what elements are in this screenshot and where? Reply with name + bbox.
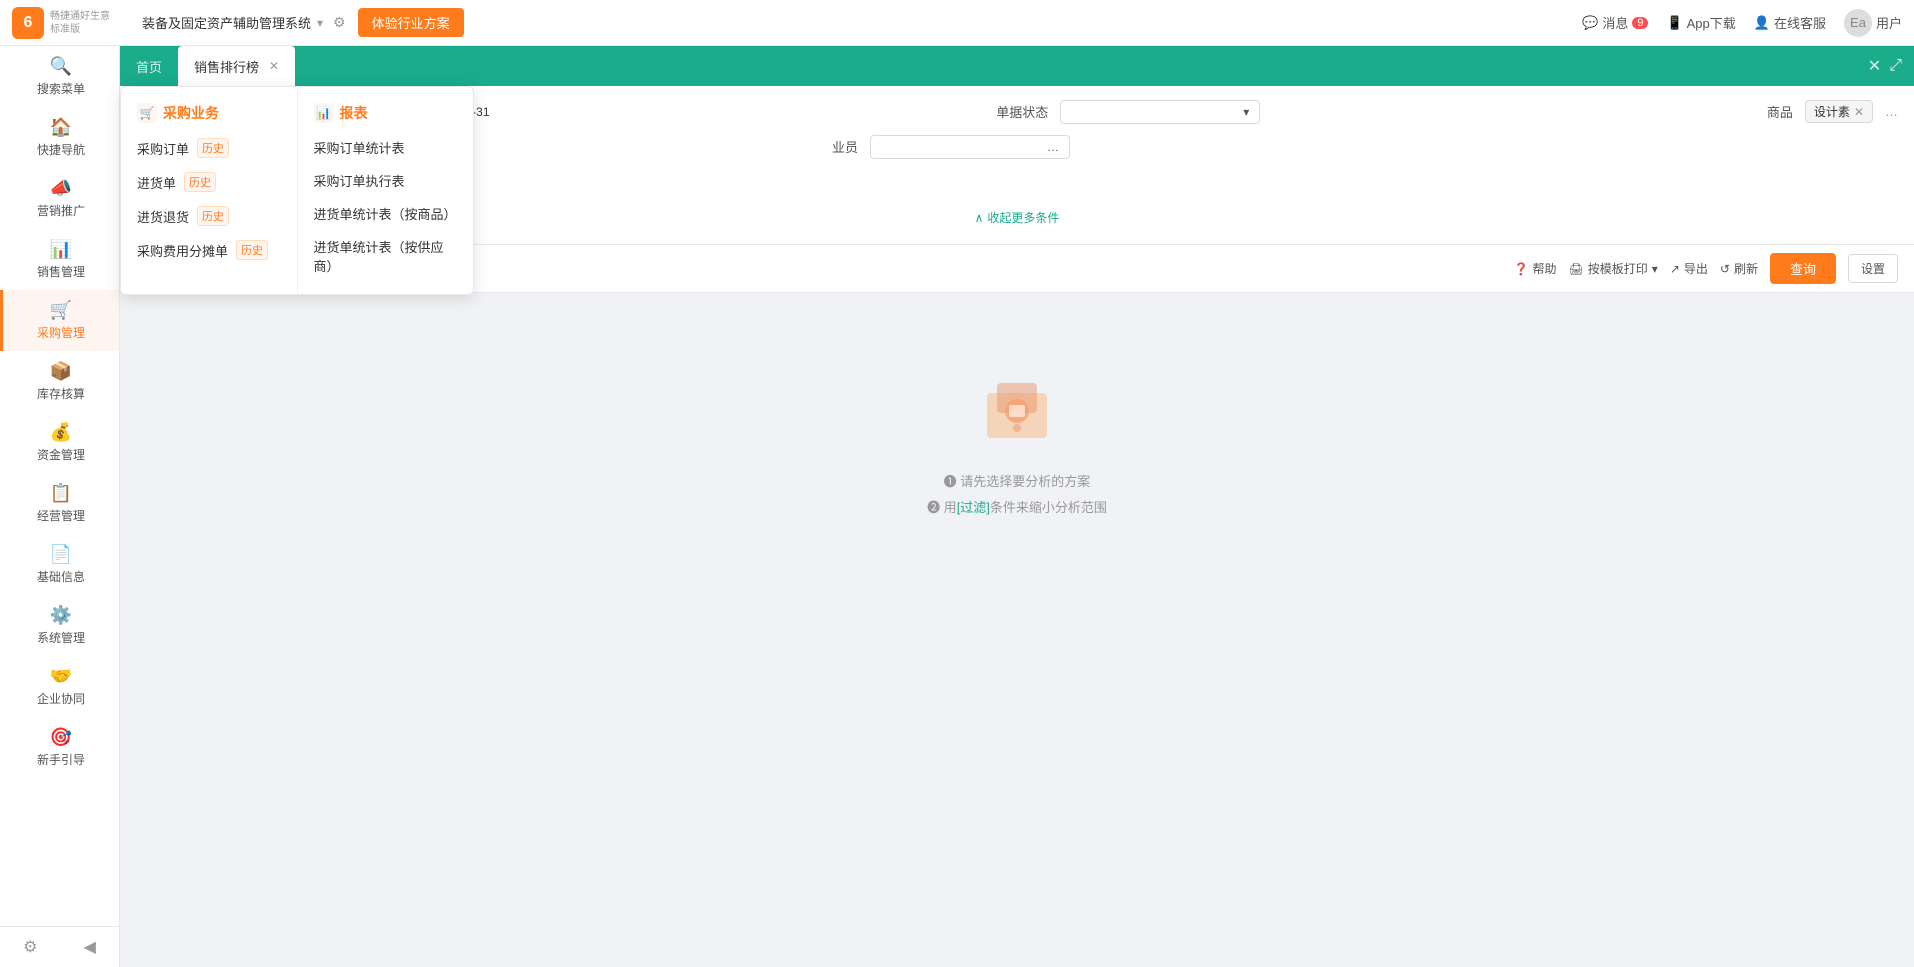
print-icon: 🖨 bbox=[1569, 262, 1584, 276]
refresh-icon: ↺ bbox=[1720, 262, 1730, 276]
sidebar-item-operation[interactable]: 📋 经营管理 bbox=[0, 473, 119, 534]
dropdown-item-order-stat[interactable]: 采购订单统计表 bbox=[298, 131, 474, 164]
gear-icon[interactable]: ⚙ bbox=[333, 14, 346, 31]
system-dropdown-arrow[interactable]: ▾ bbox=[317, 16, 323, 30]
history-badge: 历史 bbox=[184, 172, 216, 192]
sidebar-item-sales[interactable]: 📊 销售管理 bbox=[0, 229, 119, 290]
product-label: 商品 bbox=[1767, 102, 1793, 121]
salesman-label: 业员 bbox=[832, 137, 858, 156]
service-icon: 👤 bbox=[1754, 15, 1770, 31]
settings-icon[interactable]: ⚙ bbox=[23, 937, 37, 957]
tab-home[interactable]: 首页 bbox=[120, 46, 178, 86]
print-btn[interactable]: 🖨 按模板打印 ▾ bbox=[1569, 260, 1658, 277]
report-col-title: 📊 报表 bbox=[298, 99, 474, 131]
tab-close-icon[interactable]: ✕ bbox=[269, 59, 279, 73]
message-icon: 💬 bbox=[1582, 15, 1598, 31]
system-icon: ⚙️ bbox=[50, 605, 72, 626]
product-more-icon[interactable]: … bbox=[1885, 104, 1898, 119]
user-profile-btn[interactable]: Ea 用户 bbox=[1844, 9, 1902, 37]
refresh-btn[interactable]: ↺ 刷新 bbox=[1720, 260, 1758, 277]
message-badge: 9 bbox=[1632, 17, 1648, 29]
basic-icon: 📄 bbox=[50, 544, 72, 565]
salesman-select[interactable]: … bbox=[870, 135, 1070, 159]
help-icon: ❓ bbox=[1514, 262, 1529, 276]
logo: 6 畅捷通好生意 标准版 bbox=[12, 7, 132, 39]
sidebar-bottom: ⚙ ◀ bbox=[0, 926, 119, 967]
system-name: 装备及固定资产辅助管理系统 ▾ ⚙ bbox=[142, 13, 346, 32]
tab-sales-rank[interactable]: 销售排行榜 ✕ bbox=[178, 46, 295, 86]
guide-icon: 🎯 bbox=[50, 727, 72, 748]
status-label: 单据状态 bbox=[996, 102, 1048, 121]
empty-illustration bbox=[967, 373, 1067, 453]
history-badge: 历史 bbox=[236, 240, 268, 260]
dropdown-item-inbound[interactable]: 进货单 历史 bbox=[121, 165, 297, 199]
help-btn[interactable]: ❓ 帮助 bbox=[1514, 260, 1557, 277]
sidebar-item-cooperation[interactable]: 🤝 企业协同 bbox=[0, 656, 119, 717]
industry-btn[interactable]: 体验行业方案 bbox=[358, 8, 464, 37]
inventory-icon: 📦 bbox=[50, 361, 72, 382]
dropdown-item-expense[interactable]: 采购费用分摊单 历史 bbox=[121, 233, 297, 267]
status-select[interactable]: ▾ bbox=[1060, 100, 1260, 124]
dropdown-item-return[interactable]: 进货退货 历史 bbox=[121, 199, 297, 233]
print-dropdown-arrow: ▾ bbox=[1652, 262, 1658, 276]
empty-hint-1: ❶ 请先选择要分析的方案 bbox=[944, 469, 1091, 495]
dropdown-item-order-exec[interactable]: 采购订单执行表 bbox=[298, 164, 474, 197]
dropdown-item-purchase-order[interactable]: 采购订单 历史 bbox=[121, 131, 297, 165]
top-bar: 6 畅捷通好生意 标准版 装备及固定资产辅助管理系统 ▾ ⚙ 体验行业方案 💬 … bbox=[0, 0, 1914, 46]
sales-icon: 📊 bbox=[50, 239, 72, 260]
message-btn[interactable]: 💬 消息 9 bbox=[1582, 13, 1648, 32]
settings-btn[interactable]: 设置 bbox=[1848, 254, 1898, 283]
tab-bar: 首页 销售排行榜 ✕ ✕ ⤢ bbox=[120, 46, 1914, 86]
history-badge: 历史 bbox=[197, 206, 229, 226]
export-btn[interactable]: ↗ 导出 bbox=[1670, 260, 1708, 277]
query-btn[interactable]: 查询 bbox=[1770, 253, 1836, 284]
dropdown-item-inbound-stat-product[interactable]: 进货单统计表（按商品） bbox=[298, 197, 474, 230]
phone-icon: 📱 bbox=[1666, 15, 1682, 31]
logo-text: 畅捷通好生意 标准版 bbox=[50, 10, 110, 36]
purchase-col-icon: 🛒 bbox=[137, 103, 157, 123]
empty-hint-2: ❷ 用[过滤]条件来缩小分析范围 bbox=[927, 495, 1107, 521]
dropdown-item-inbound-stat-supplier[interactable]: 进货单统计表（按供应商） bbox=[298, 230, 474, 282]
sidebar-item-marketing[interactable]: 📣 营销推广 bbox=[0, 168, 119, 229]
top-bar-right: 💬 消息 9 📱 App下载 👤 在线客服 Ea 用户 bbox=[1582, 9, 1902, 37]
report-col: 📊 报表 采购订单统计表 采购订单执行表 进货单统计表（按商品） 进货单统计表（… bbox=[298, 87, 474, 294]
home-icon: 🏠 bbox=[50, 117, 72, 138]
online-service-btn[interactable]: 👤 在线客服 bbox=[1754, 13, 1826, 32]
app-download-btn[interactable]: 📱 App下载 bbox=[1666, 13, 1735, 32]
tab-maximize-icon[interactable]: ⤢ bbox=[1889, 57, 1902, 75]
logo-icon: 6 bbox=[12, 7, 44, 39]
history-badge: 历史 bbox=[197, 138, 229, 158]
sidebar-item-system[interactable]: ⚙️ 系统管理 bbox=[0, 595, 119, 656]
finance-icon: 💰 bbox=[50, 422, 72, 443]
collapse-icon[interactable]: ◀ bbox=[84, 937, 96, 957]
status-select-arrow: ▾ bbox=[1243, 105, 1249, 119]
tab-bar-right: ✕ ⤢ bbox=[1868, 56, 1914, 76]
sidebar-item-inventory[interactable]: 📦 库存核算 bbox=[0, 351, 119, 412]
collapse-chevron-icon: ∧ bbox=[975, 211, 984, 225]
sidebar-item-quick-nav[interactable]: 🏠 快捷导航 bbox=[0, 107, 119, 168]
tab-close-all-icon[interactable]: ✕ bbox=[1868, 56, 1881, 76]
sidebar-item-guide[interactable]: 🎯 新手引导 bbox=[0, 717, 119, 778]
sidebar-item-purchase[interactable]: 🛒 采购管理 bbox=[0, 290, 119, 351]
sidebar: 🔍 搜索菜单 🏠 快捷导航 📣 营销推广 📊 销售管理 🛒 采购管理 📦 库存核… bbox=[0, 46, 120, 967]
empty-state: ❶ 请先选择要分析的方案 ❷ 用[过滤]条件来缩小分析范围 bbox=[120, 293, 1914, 601]
marketing-icon: 📣 bbox=[50, 178, 72, 199]
purchase-business-col: 🛒 采购业务 采购订单 历史 进货单 历史 进货退货 历史 采购费用分摊单 历史 bbox=[121, 87, 298, 294]
export-icon: ↗ bbox=[1670, 262, 1680, 276]
sidebar-item-search[interactable]: 🔍 搜索菜单 bbox=[0, 46, 119, 107]
report-col-icon: 📊 bbox=[314, 103, 334, 123]
operation-icon: 📋 bbox=[50, 483, 72, 504]
sidebar-item-basic[interactable]: 📄 基础信息 bbox=[0, 534, 119, 595]
product-tag: 设计素 ✕ bbox=[1805, 100, 1873, 123]
salesman-select-arrow: … bbox=[1047, 140, 1059, 154]
cooperation-icon: 🤝 bbox=[50, 666, 72, 687]
search-icon: 🔍 bbox=[50, 56, 72, 77]
purchase-icon: 🛒 bbox=[50, 300, 72, 321]
purchase-col-title: 🛒 采购业务 bbox=[121, 99, 297, 131]
sidebar-item-finance[interactable]: 💰 资金管理 bbox=[0, 412, 119, 473]
purchase-dropdown-menu: 🛒 采购业务 采购订单 历史 进货单 历史 进货退货 历史 采购费用分摊单 历史… bbox=[120, 86, 474, 295]
avatar: Ea bbox=[1844, 9, 1872, 37]
product-tag-close[interactable]: ✕ bbox=[1854, 105, 1864, 119]
